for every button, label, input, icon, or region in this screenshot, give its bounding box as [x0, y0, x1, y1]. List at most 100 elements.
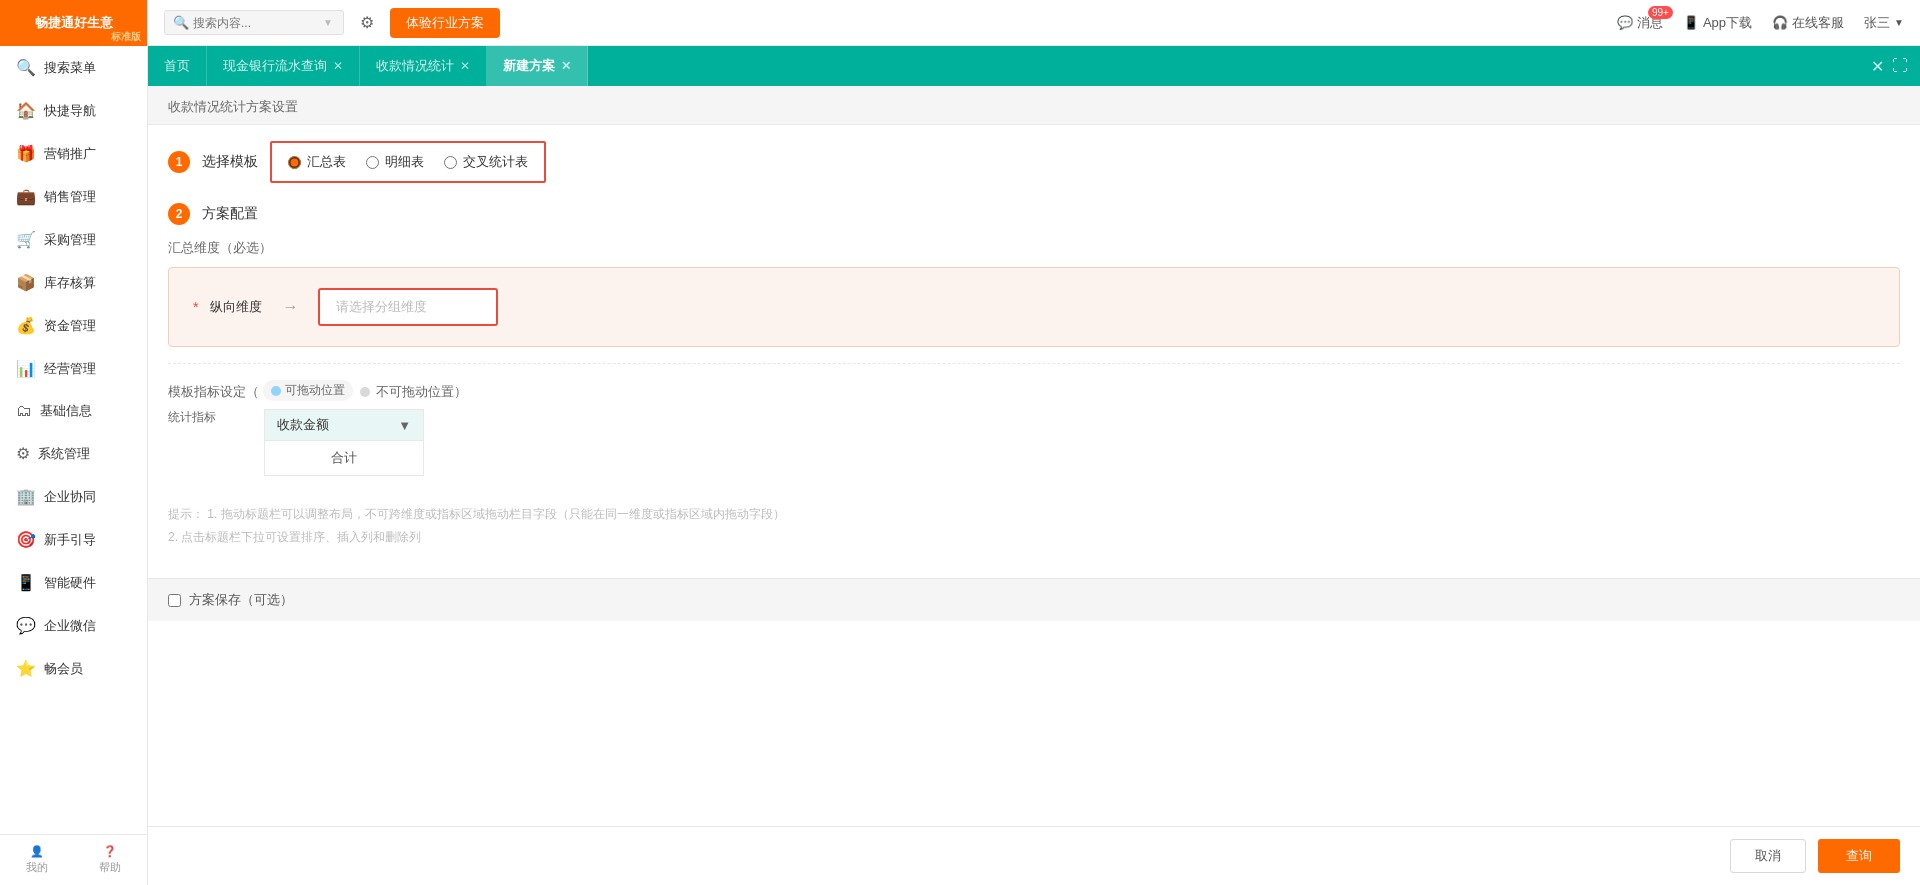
sidebar-footer-help[interactable]: ❓ 帮助: [99, 845, 121, 875]
draggable-indicator: 可拖动位置: [263, 380, 353, 401]
sidebar-label-basic-info: 基础信息: [40, 402, 92, 420]
indicator-tables-container: 统计指标 收款金额 ▼ 合计: [168, 409, 1900, 476]
sidebar-item-inventory[interactable]: 📦 库存核算: [0, 261, 147, 304]
help-label: 帮助: [99, 860, 121, 875]
tab-new-plan-label: 新建方案: [503, 57, 555, 75]
query-button[interactable]: 查询: [1818, 839, 1900, 873]
cancel-button[interactable]: 取消: [1730, 839, 1806, 873]
sidebar-nav: 🔍 搜索菜单 🏠 快捷导航 🎁 营销推广 💼 销售管理 🛒 采购管理 📦 库存核…: [0, 46, 147, 834]
sidebar-item-operation[interactable]: 📊 经营管理: [0, 347, 147, 390]
sidebar-label-system: 系统管理: [38, 445, 90, 463]
radio-detail-input[interactable]: [366, 156, 379, 169]
sidebar-label-corp-wechat: 企业微信: [44, 617, 96, 635]
non-draggable-label: 不可拖动位置）: [376, 384, 467, 399]
radio-summary-input[interactable]: [288, 156, 301, 169]
header-right: 💬 消息 99+ 📱 App下载 🎧 在线客服 张三 ▼: [1617, 14, 1904, 32]
radio-detail-label[interactable]: 明细表: [385, 153, 424, 171]
radio-summary-label[interactable]: 汇总表: [307, 153, 346, 171]
content-area: 收款情况统计方案设置 1 选择模板 汇总表: [148, 86, 1920, 826]
indicators-label: 模板指标设定（ 可拖动位置 不可拖动位置）: [168, 380, 467, 401]
tab-bank[interactable]: 现金银行流水查询 ✕: [207, 46, 360, 86]
message-icon: 💬: [1617, 15, 1633, 30]
trial-button[interactable]: 体验行业方案: [390, 8, 500, 38]
basic-info-icon: 🗂: [16, 402, 32, 420]
step2-badge: 2: [168, 203, 190, 225]
tab-home[interactable]: 首页: [148, 46, 207, 86]
dimension-table: * 纵向维度 → 请选择分组维度: [168, 267, 1900, 347]
sidebar-item-marketing[interactable]: 🎁 营销推广: [0, 132, 147, 175]
tab-controls: ✕ ⛶: [1871, 57, 1920, 76]
main-area: 🔍 ▼ ⚙ 体验行业方案 💬 消息 99+ 📱 App下载 🎧 在线客服 张三 …: [148, 0, 1920, 885]
sidebar-footer-user[interactable]: 👤 我的: [26, 845, 48, 875]
stat-label-block: 统计指标: [168, 409, 248, 432]
sidebar-item-system[interactable]: ⚙ 系统管理: [0, 432, 147, 475]
edition-badge: 标准版: [111, 30, 141, 44]
sidebar-item-finance[interactable]: 💰 资金管理: [0, 304, 147, 347]
tab-receipt[interactable]: 收款情况统计 ✕: [360, 46, 487, 86]
tab-close-all-icon[interactable]: ✕: [1871, 57, 1884, 76]
service-btn[interactable]: 🎧 在线客服: [1772, 14, 1844, 32]
save-checkbox[interactable]: [168, 594, 181, 607]
sidebar-item-purchase[interactable]: 🛒 采购管理: [0, 218, 147, 261]
tab-bank-close[interactable]: ✕: [333, 59, 343, 73]
sidebar-label-purchase: 采购管理: [44, 231, 96, 249]
search-area[interactable]: 🔍 ▼: [164, 10, 344, 35]
finance-icon: 💰: [16, 316, 36, 335]
sidebar-item-member[interactable]: ⭐ 畅会员: [0, 647, 147, 690]
notification-badge: 99+: [1648, 6, 1673, 19]
user-label: 我的: [26, 860, 48, 875]
draggable-label: 可拖动位置: [285, 382, 345, 399]
username-label: 张三: [1864, 14, 1890, 32]
sidebar-item-quick-nav[interactable]: 🏠 快捷导航: [0, 89, 147, 132]
page-title: 收款情况统计方案设置: [168, 99, 298, 114]
radio-cross-label[interactable]: 交叉统计表: [463, 153, 528, 171]
indicator-chevron-icon[interactable]: ▼: [398, 418, 411, 433]
sidebar-item-search-menu[interactable]: 🔍 搜索菜单: [0, 46, 147, 89]
notification-btn[interactable]: 💬 消息 99+: [1617, 14, 1663, 32]
radio-cross[interactable]: 交叉统计表: [444, 153, 528, 171]
non-draggable-text: 不可拖动位置）: [360, 384, 467, 399]
sidebar-item-guide[interactable]: 🎯 新手引导: [0, 518, 147, 561]
sidebar-item-smart-hw[interactable]: 📱 智能硬件: [0, 561, 147, 604]
dimension-title: 汇总维度（必选）: [168, 239, 1900, 257]
dim-select-box[interactable]: 请选择分组维度: [318, 288, 498, 326]
radio-cross-input[interactable]: [444, 156, 457, 169]
save-section: 方案保存（可选）: [148, 578, 1920, 621]
search-input[interactable]: [193, 16, 323, 30]
tab-bank-label: 现金银行流水查询: [223, 57, 327, 75]
sidebar-item-basic-info[interactable]: 🗂 基础信息: [0, 390, 147, 432]
radio-summary[interactable]: 汇总表: [288, 153, 346, 171]
divider: [168, 363, 1900, 364]
tip1-text: 提示： 1. 拖动标题栏可以调整布局，不可跨维度或指标区域拖动栏目字段（只能在同…: [168, 506, 785, 523]
sidebar-item-corp-wechat[interactable]: 💬 企业微信: [0, 604, 147, 647]
sidebar-label-member: 畅会员: [44, 660, 83, 678]
tab-expand-icon[interactable]: ⛶: [1892, 57, 1908, 75]
radio-detail[interactable]: 明细表: [366, 153, 424, 171]
save-label[interactable]: 方案保存（可选）: [189, 591, 293, 609]
settings-icon[interactable]: ⚙: [360, 13, 374, 32]
step1-badge: 1: [168, 151, 190, 173]
bottom-action-bar: 取消 查询: [148, 826, 1920, 885]
tab-new-plan-close[interactable]: ✕: [561, 59, 571, 73]
download-icon: 📱: [1683, 15, 1699, 30]
guide-icon: 🎯: [16, 530, 36, 549]
user-name-btn[interactable]: 张三 ▼: [1864, 14, 1904, 32]
sidebar-item-sales[interactable]: 💼 销售管理: [0, 175, 147, 218]
logo-text: 畅捷通好生意: [35, 14, 113, 32]
marketing-icon: 🎁: [16, 144, 36, 163]
quick-nav-icon: 🏠: [16, 101, 36, 120]
sidebar-item-corp-collab[interactable]: 🏢 企业协同: [0, 475, 147, 518]
download-btn[interactable]: 📱 App下载: [1683, 14, 1752, 32]
tab-receipt-close[interactable]: ✕: [460, 59, 470, 73]
system-icon: ⚙: [16, 444, 30, 463]
dimension-row: * 纵向维度 → 请选择分组维度: [193, 288, 1875, 326]
sidebar-label-operation: 经营管理: [44, 360, 96, 378]
help-icon: ❓: [103, 845, 117, 858]
draggable-dot: [271, 386, 281, 396]
tab-new-plan[interactable]: 新建方案 ✕: [487, 46, 588, 86]
radio-group: 汇总表 明细表 交叉统计表: [288, 153, 528, 171]
page-header: 收款情况统计方案设置: [148, 86, 1920, 125]
search-menu-icon: 🔍: [16, 58, 36, 77]
step2-row: 2 方案配置: [168, 203, 1900, 225]
corp-wechat-icon: 💬: [16, 616, 36, 635]
